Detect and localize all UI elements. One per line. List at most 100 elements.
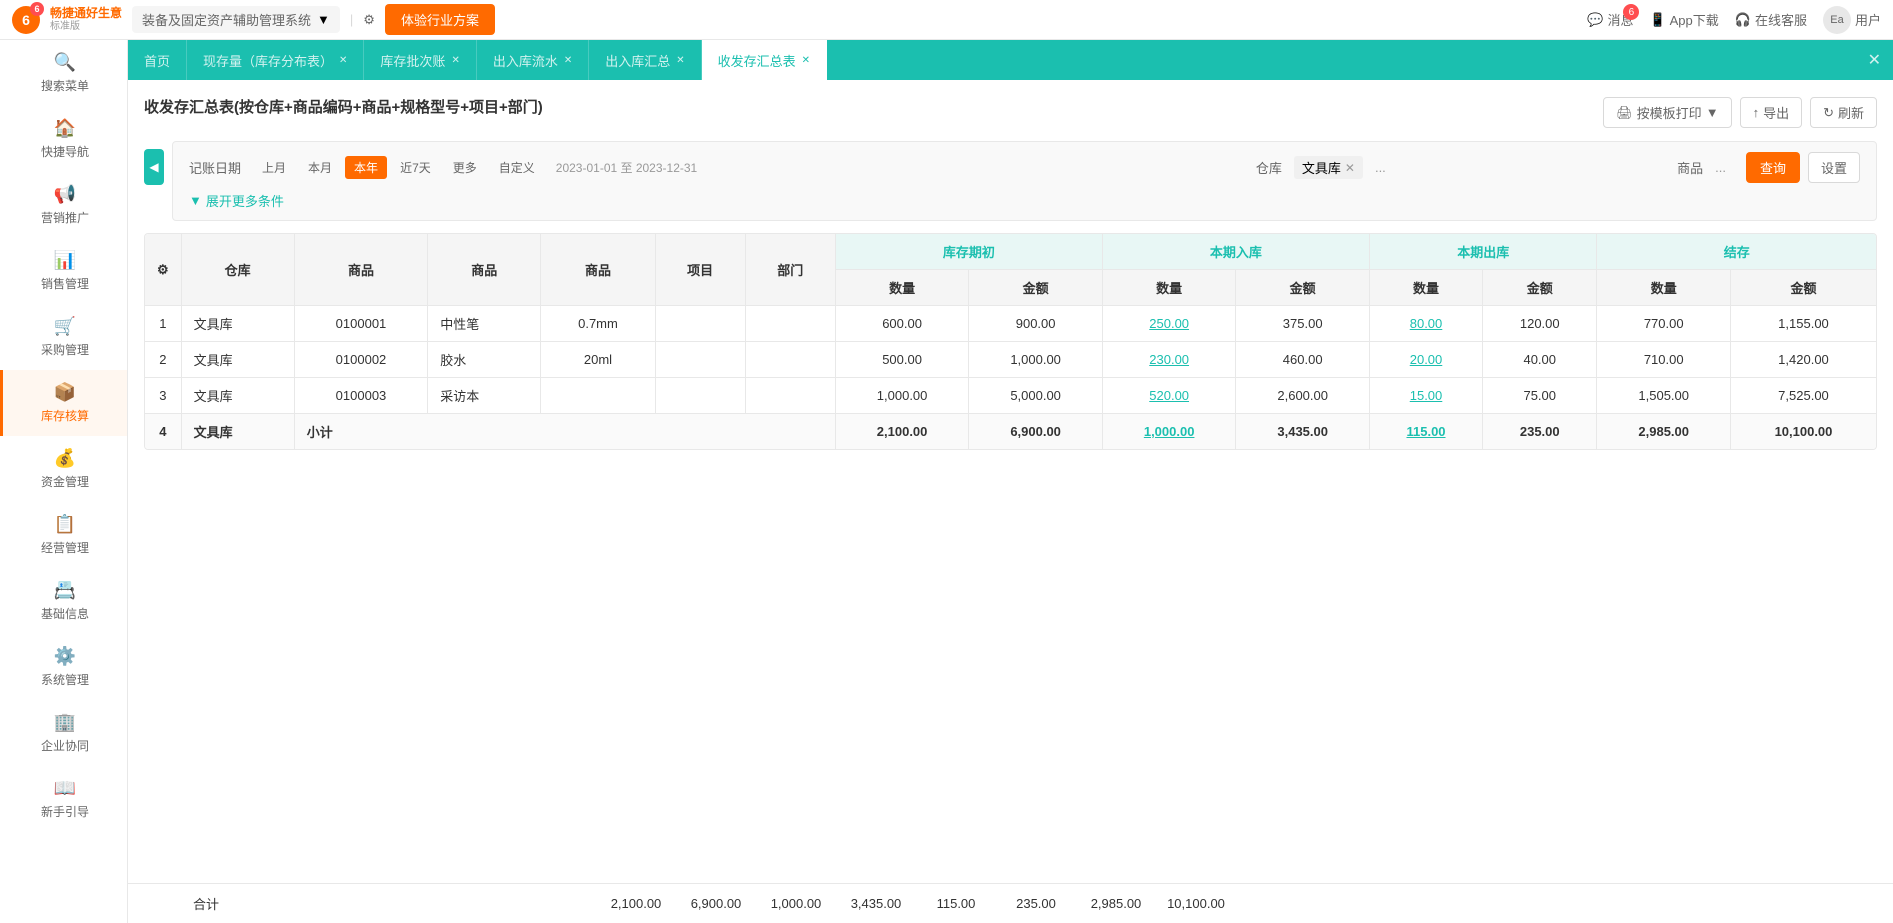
- date-btn-more[interactable]: 更多: [444, 156, 486, 179]
- warehouse-tag[interactable]: 文具库 ✕: [1294, 156, 1363, 179]
- tab-bar-close-btn[interactable]: ✕: [1856, 50, 1893, 70]
- row-close-qty: 770.00: [1597, 306, 1731, 342]
- date-btn-7days[interactable]: 近7天: [391, 156, 440, 179]
- sidebar-item-sales[interactable]: 📊 销售管理: [0, 238, 127, 304]
- remove-warehouse-icon[interactable]: ✕: [1345, 161, 1355, 175]
- row-out-qty[interactable]: 20.00: [1369, 342, 1482, 378]
- date-btn-this-year[interactable]: 本年: [345, 156, 387, 179]
- close-icon[interactable]: ✕: [802, 55, 810, 66]
- sidebar-item-marketing[interactable]: 📢 营销推广: [0, 172, 127, 238]
- tab-home-label: 首页: [144, 51, 170, 70]
- tab-home[interactable]: 首页: [128, 40, 187, 80]
- query-button[interactable]: 查询: [1746, 152, 1800, 183]
- row-out-qty[interactable]: 80.00: [1369, 306, 1482, 342]
- settings-button[interactable]: 设置: [1808, 152, 1860, 183]
- date-label: 记账日期: [189, 158, 241, 177]
- row-in-qty[interactable]: 230.00: [1102, 342, 1236, 378]
- sidebar-item-finance[interactable]: 💰 资金管理: [0, 436, 127, 502]
- filter-container: ◀ 记账日期 上月 本月 本年 近7天 更多 自定义: [144, 141, 1877, 221]
- chart-icon: 📊: [54, 250, 76, 271]
- col-close-amt: 金额: [1730, 270, 1876, 306]
- row-close-qty: 710.00: [1597, 342, 1731, 378]
- tab-receive-summary[interactable]: 收发存汇总表 ✕: [702, 40, 827, 80]
- refresh-button[interactable]: ↻ 刷新: [1810, 97, 1877, 128]
- date-btn-this-month[interactable]: 本月: [299, 156, 341, 179]
- message-item[interactable]: 💬 消息 6: [1587, 10, 1633, 29]
- footer-in-qty: 1,000.00: [756, 896, 836, 911]
- col-opening-header: 库存期初: [835, 234, 1102, 270]
- filter-collapse[interactable]: ◀: [144, 141, 164, 221]
- sidebar-item-basic-info[interactable]: 📇 基础信息: [0, 568, 127, 634]
- warehouse-label: 仓库: [1256, 158, 1282, 177]
- close-icon[interactable]: ✕: [339, 55, 347, 66]
- row-out-qty[interactable]: 15.00: [1369, 378, 1482, 414]
- sidebar-item-inventory[interactable]: 📦 库存核算: [0, 370, 127, 436]
- col-goods-code-header: 商品: [294, 234, 428, 306]
- sidebar-item-system[interactable]: ⚙️ 系统管理: [0, 634, 127, 700]
- subtotal-out-amt: 235.00: [1483, 414, 1597, 450]
- headset-icon: 🎧: [1735, 12, 1751, 28]
- row-open-qty: 1,000.00: [835, 378, 969, 414]
- message-icon: 💬: [1587, 12, 1603, 28]
- user-item[interactable]: Ea 用户: [1823, 6, 1881, 34]
- row-warehouse: 文具库: [181, 342, 294, 378]
- close-icon[interactable]: ✕: [451, 55, 459, 66]
- close-icon[interactable]: ✕: [564, 55, 572, 66]
- tab-inventory-dist[interactable]: 现存量（库存分布表） ✕: [187, 40, 364, 80]
- sidebar-label-guide: 新手引导: [41, 803, 89, 820]
- app-download-item[interactable]: 📱 App下载: [1649, 10, 1718, 29]
- row-project: [655, 342, 745, 378]
- sidebar-label-basic-info: 基础信息: [41, 605, 89, 622]
- sidebar-item-operations[interactable]: 📋 经营管理: [0, 502, 127, 568]
- sidebar-item-enterprise[interactable]: 🏢 企业协同: [0, 700, 127, 766]
- gear-icon[interactable]: ⚙: [363, 12, 375, 28]
- sidebar-item-guide[interactable]: 📖 新手引导: [0, 766, 127, 832]
- subtotal-in-qty[interactable]: 1,000.00: [1102, 414, 1236, 450]
- row-name: 中性笔: [428, 306, 541, 342]
- trial-button[interactable]: 体验行业方案: [385, 4, 495, 35]
- footer-bar: 合计 2,100.00 6,900.00 1,000.00 3,435.00 1…: [128, 883, 1893, 923]
- print-button[interactable]: 🖨 按模板打印 ▼: [1603, 97, 1731, 128]
- footer-label: 合计: [176, 894, 236, 913]
- subtotal-close-amt: 10,100.00: [1730, 414, 1876, 450]
- goods-label: 商品: [1677, 158, 1703, 177]
- row-in-amt: 375.00: [1236, 306, 1370, 342]
- system-selector[interactable]: 装备及固定资产辅助管理系统 ▼: [132, 6, 340, 33]
- date-btn-custom[interactable]: 自定义: [490, 156, 544, 179]
- row-project: [655, 306, 745, 342]
- row-open-amt: 900.00: [969, 306, 1103, 342]
- top-bar: 6 6 畅捷通好生意 标准版 装备及固定资产辅助管理系统 ▼ | ⚙ 体验行业方…: [0, 0, 1893, 40]
- sidebar-item-search[interactable]: 🔍 搜索菜单: [0, 40, 127, 106]
- footer-close-qty: 2,985.00: [1076, 896, 1156, 911]
- row-dept: [745, 342, 835, 378]
- col-out-header: 本期出库: [1369, 234, 1596, 270]
- row-in-qty[interactable]: 250.00: [1102, 306, 1236, 342]
- app-title-block: 畅捷通好生意 标准版: [50, 6, 122, 32]
- row-out-amt: 40.00: [1483, 342, 1597, 378]
- export-button[interactable]: ↑ 导出: [1740, 97, 1803, 128]
- tab-inout-summary[interactable]: 出入库汇总 ✕: [589, 40, 701, 80]
- row-in-qty[interactable]: 520.00: [1102, 378, 1236, 414]
- table-row: 1 文具库 0100001 中性笔 0.7mm 600.00 900.00 25…: [145, 306, 1876, 342]
- sidebar-item-purchase[interactable]: 🛒 采购管理: [0, 304, 127, 370]
- date-btn-last-month[interactable]: 上月: [253, 156, 295, 179]
- row-spec: 0.7mm: [541, 306, 655, 342]
- tab-batch-ledger[interactable]: 库存批次账 ✕: [364, 40, 476, 80]
- goods-dots[interactable]: ...: [1715, 160, 1726, 175]
- online-service-item[interactable]: 🎧 在线客服: [1735, 10, 1807, 29]
- row-open-qty: 600.00: [835, 306, 969, 342]
- row-code: 0100001: [294, 306, 428, 342]
- warehouse-dots[interactable]: ...: [1375, 160, 1386, 175]
- close-icon[interactable]: ✕: [676, 55, 684, 66]
- footer-out-qty: 115.00: [916, 896, 996, 911]
- subtotal-out-qty[interactable]: 115.00: [1369, 414, 1482, 450]
- sidebar-item-quick-nav[interactable]: 🏠 快捷导航: [0, 106, 127, 172]
- expand-more-btn[interactable]: ▼ 展开更多条件: [189, 191, 1860, 210]
- col-out-amt: 金额: [1483, 270, 1597, 306]
- tab-batch-ledger-label: 库存批次账: [380, 51, 445, 70]
- row-close-amt: 1,420.00: [1730, 342, 1876, 378]
- row-no: 3: [145, 378, 181, 414]
- tab-inout-flow[interactable]: 出入库流水 ✕: [477, 40, 589, 80]
- col-close-qty: 数量: [1597, 270, 1731, 306]
- row-out-amt: 120.00: [1483, 306, 1597, 342]
